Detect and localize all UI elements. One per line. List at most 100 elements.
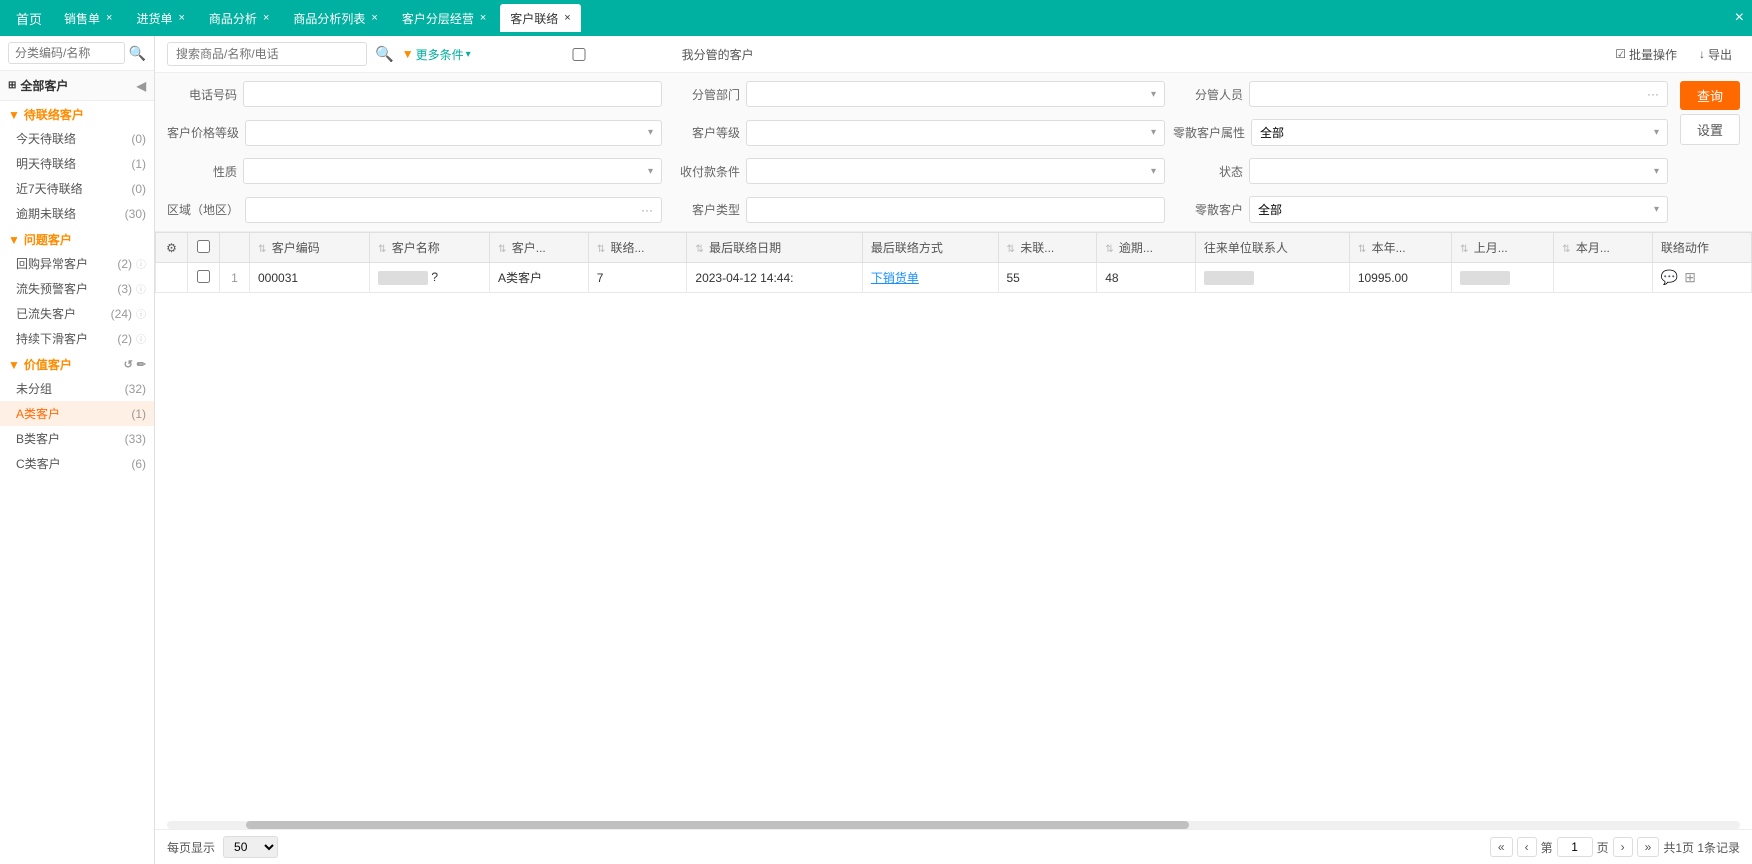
value-group-title[interactable]: ▼ 价值客户 ↺ ✏ xyxy=(0,351,154,376)
prev-page-button[interactable]: ‹ xyxy=(1517,837,1537,857)
row-checkbox[interactable] xyxy=(197,270,210,283)
my-customers-checkbox[interactable] xyxy=(479,48,679,61)
sidebar-item-c-class[interactable]: C类客户 (6) xyxy=(0,451,154,476)
last-month-header[interactable]: ⇅ 上月... xyxy=(1452,233,1554,263)
sidebar-item-declining[interactable]: 持续下滑客户 (2) ⓘ xyxy=(0,326,154,351)
sidebar-item-7day-contact[interactable]: 近7天待联络 (0) xyxy=(0,176,154,201)
retail-customer-dropdown[interactable]: 全部 ▾ xyxy=(1249,196,1668,223)
my-customers-filter: 我分管的客户 xyxy=(479,46,754,63)
grade-header[interactable]: ⇅ 客户... xyxy=(490,233,589,263)
person-input[interactable]: ··· xyxy=(1249,81,1668,107)
sidebar-item-unclassified[interactable]: 未分组 (32) xyxy=(0,376,154,401)
contact-group-title[interactable]: ▼ 待联络客户 xyxy=(0,101,154,126)
checkbox-column-header[interactable] xyxy=(188,233,220,263)
unit-contact-header[interactable]: 往来单位联系人 xyxy=(1195,233,1349,263)
advanced-filter-panel: 电话号码 分管部门 ▾ 分管人员 xyxy=(155,73,1752,232)
payment-dropdown[interactable]: ▾ xyxy=(746,158,1165,184)
close-tab-product-analysis[interactable]: × xyxy=(263,12,269,24)
arrow-down-icon: ▼ xyxy=(8,108,20,122)
phone-input[interactable] xyxy=(243,81,662,107)
sort-icon-year: ⇅ xyxy=(1358,244,1366,255)
sidebar-search-container: 🔍 xyxy=(0,36,154,71)
customer-grade-dropdown[interactable]: ▾ xyxy=(746,120,1165,146)
contact-header[interactable]: ⇅ 联络... xyxy=(588,233,687,263)
collapse-icon[interactable]: ◀ xyxy=(137,79,146,93)
nav-home[interactable]: 首页 xyxy=(8,9,50,28)
close-tab-customer-contact[interactable]: × xyxy=(564,12,570,24)
price-grade-dropdown[interactable]: ▾ xyxy=(245,120,662,146)
refresh-icon[interactable]: ↺ xyxy=(124,358,133,371)
sidebar-search-icon[interactable]: 🔍 xyxy=(129,45,146,62)
code-header[interactable]: ⇅ 客户编码 xyxy=(250,233,370,263)
nav-tab-product-analysis[interactable]: 商品分析 × xyxy=(199,4,279,32)
ellipsis-icon-person[interactable]: ··· xyxy=(1647,87,1659,101)
close-window-button[interactable]: × xyxy=(1735,9,1744,27)
chat-icon[interactable]: 💬 xyxy=(1661,269,1678,286)
horizontal-scrollbar[interactable] xyxy=(167,821,1740,829)
edit-icon[interactable]: ✏ xyxy=(137,358,146,371)
per-page-select[interactable]: 50 100 200 xyxy=(223,836,278,858)
sidebar-item-today-contact[interactable]: 今天待联络 (0) xyxy=(0,126,154,151)
close-tab-purchase[interactable]: × xyxy=(178,12,184,24)
sidebar-item-churn-warn[interactable]: 流失预警客户 (3) ⓘ xyxy=(0,276,154,301)
overdue-header[interactable]: ⇅ 逾期... xyxy=(1097,233,1196,263)
last-contact-method-header[interactable]: 最后联络方式 xyxy=(862,233,998,263)
region-input[interactable]: ··· xyxy=(245,197,662,223)
last-contact-date-header[interactable]: ⇅ 最后联络日期 xyxy=(687,233,862,263)
problem-group-title[interactable]: ▼ 问题客户 xyxy=(0,226,154,251)
this-year-header[interactable]: ⇅ 本年... xyxy=(1349,233,1451,263)
filter-search-icon[interactable]: 🔍 xyxy=(375,45,394,63)
batch-operation-button[interactable]: ☑ 批量操作 xyxy=(1607,43,1685,66)
qr-icon[interactable]: ⊞ xyxy=(1684,269,1696,286)
sort-icon-date: ⇅ xyxy=(695,244,703,255)
settings-button[interactable]: 设置 xyxy=(1680,114,1740,145)
sidebar-item-overdue-contact[interactable]: 逾期未联络 (30) xyxy=(0,201,154,226)
nature-dropdown[interactable]: ▾ xyxy=(243,158,662,184)
gear-icon[interactable]: ⚙ xyxy=(166,241,177,255)
sidebar-item-abnormal[interactable]: 回购异常客户 (2) ⓘ xyxy=(0,251,154,276)
retail-customer-field: 零散客户 全部 ▾ xyxy=(1173,196,1668,223)
info-icon-churned: ⓘ xyxy=(136,306,146,321)
all-customers-header[interactable]: ⊞ 全部客户 ◀ xyxy=(0,71,154,101)
price-grade-label: 客户价格等级 xyxy=(167,124,239,141)
name-header[interactable]: ⇅ 客户名称 xyxy=(370,233,490,263)
page-number-input[interactable] xyxy=(1557,837,1593,857)
close-tab-product-list[interactable]: × xyxy=(371,12,377,24)
close-tab-sales[interactable]: × xyxy=(106,12,112,24)
nav-tab-sales[interactable]: 销售单 × xyxy=(54,4,122,32)
sidebar-item-b-class[interactable]: B类客户 (33) xyxy=(0,426,154,451)
first-page-button[interactable]: « xyxy=(1490,837,1513,857)
nav-tab-customer-contact[interactable]: 客户联络 × xyxy=(500,4,580,32)
batch-op-icon: ☑ xyxy=(1615,47,1626,61)
sidebar-item-churned[interactable]: 已流失客户 (24) ⓘ xyxy=(0,301,154,326)
this-month-header[interactable]: ⇅ 本月... xyxy=(1554,233,1653,263)
search-button[interactable]: 查询 xyxy=(1680,81,1740,110)
export-button[interactable]: ↓ 导出 xyxy=(1691,43,1740,66)
last-page-button[interactable]: » xyxy=(1637,837,1660,857)
nav-tab-customer-tier[interactable]: 客户分层经营 × xyxy=(392,4,496,32)
dept-field: 分管部门 ▾ xyxy=(670,81,1165,107)
filter-bar: 🔍 ▼ 更多条件 ▾ 我分管的客户 ☑ 批量操作 ↓ 导出 xyxy=(155,36,1752,73)
more-conditions-btn[interactable]: ▼ 更多条件 ▾ xyxy=(402,46,471,63)
per-page-label: 每页显示 xyxy=(167,839,215,856)
status-dropdown[interactable]: ▾ xyxy=(1249,158,1668,184)
select-all-checkbox[interactable] xyxy=(197,240,210,253)
sidebar-item-a-class[interactable]: A类客户 (1) xyxy=(0,401,154,426)
nav-tab-product-list[interactable]: 商品分析列表 × xyxy=(283,4,387,32)
sidebar-search-input[interactable] xyxy=(8,42,125,64)
chevron-down-icon-retail2: ▾ xyxy=(1654,204,1659,215)
row-checkbox-cell[interactable] xyxy=(188,263,220,293)
chevron-down-icon-grade: ▾ xyxy=(1151,127,1156,138)
retail-attr-dropdown[interactable]: 全部 ▾ xyxy=(1251,119,1668,146)
nav-tab-purchase[interactable]: 进货单 × xyxy=(126,4,194,32)
search-input[interactable] xyxy=(167,42,367,66)
ellipsis-icon-region[interactable]: ··· xyxy=(641,203,653,217)
dept-dropdown[interactable]: ▾ xyxy=(746,81,1165,107)
next-page-button[interactable]: › xyxy=(1613,837,1633,857)
last-contact-method-link[interactable]: 下销货单 xyxy=(871,271,919,285)
gear-column-header[interactable]: ⚙ xyxy=(156,233,188,263)
no-contact-header[interactable]: ⇅ 未联... xyxy=(998,233,1097,263)
close-tab-customer-tier[interactable]: × xyxy=(480,12,486,24)
customer-type-input[interactable] xyxy=(746,197,1165,223)
sidebar-item-tomorrow-contact[interactable]: 明天待联络 (1) xyxy=(0,151,154,176)
